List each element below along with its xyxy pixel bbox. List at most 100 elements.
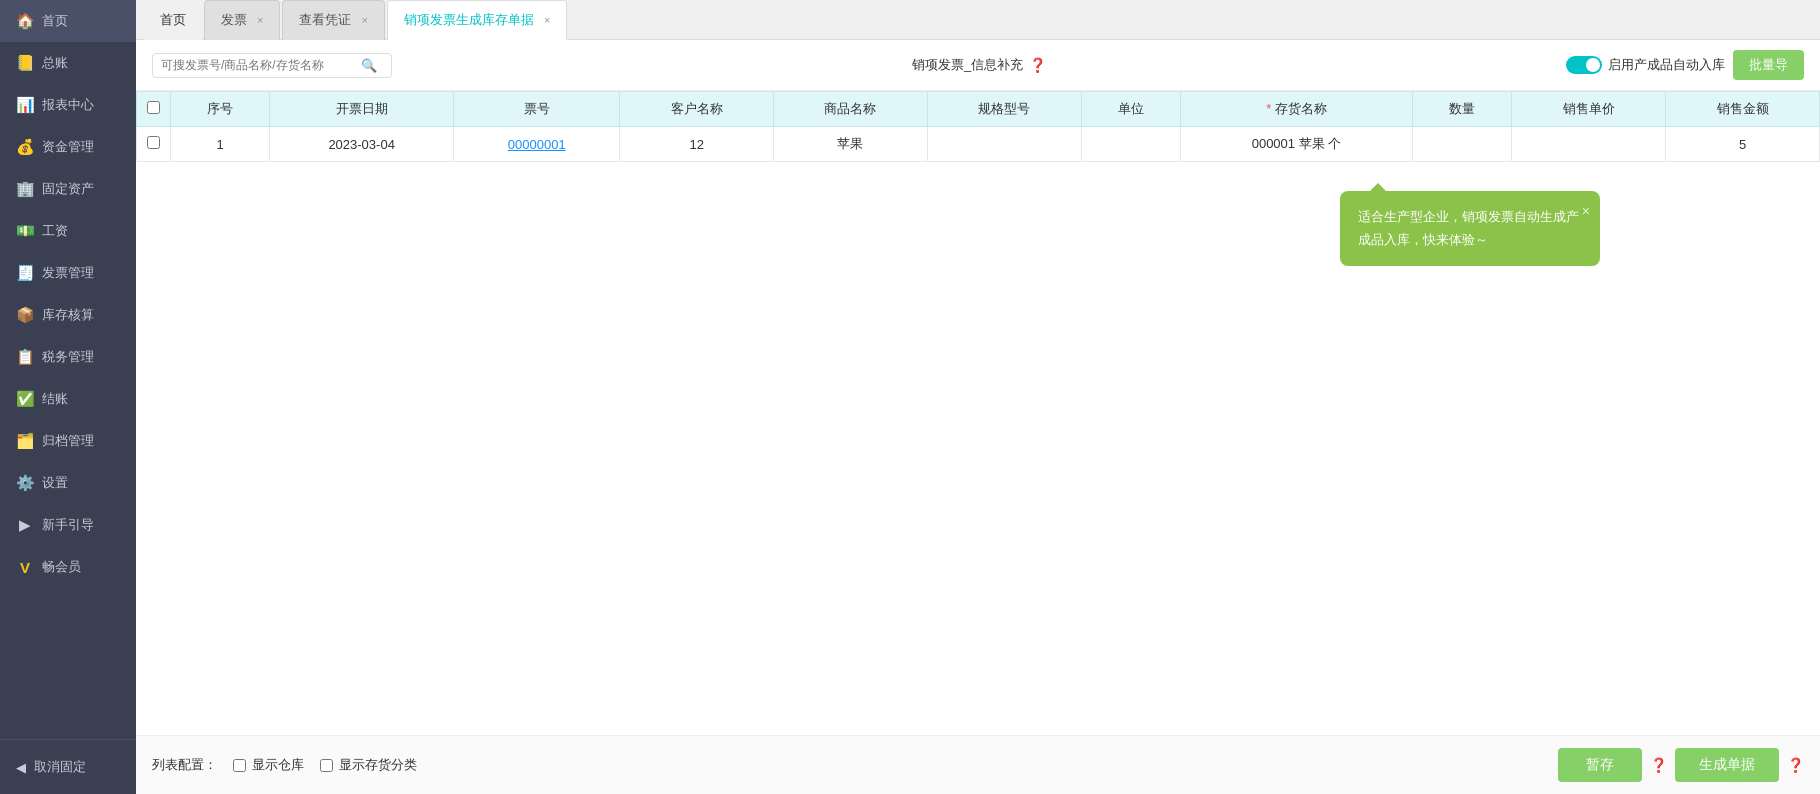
tooltip-text: 适合生产型企业，销项发票自动生成产成品入库，快来体验～ <box>1358 209 1579 247</box>
toggle-switch-container: 启用产成品自动入库 <box>1566 56 1725 74</box>
show-category-label[interactable]: 显示存货分类 <box>320 756 417 774</box>
sidebar-item-funds[interactable]: 💰 资金管理 <box>0 126 136 168</box>
sidebar-item-guide[interactable]: ▶ 新手引导 <box>0 504 136 546</box>
sidebar-item-assets[interactable]: 🏢 固定资产 <box>0 168 136 210</box>
config-label: 列表配置： <box>152 756 217 774</box>
tooltip-close-button[interactable]: × <box>1582 199 1590 224</box>
generate-button[interactable]: 生成单据 <box>1675 748 1779 782</box>
help-icon-generate[interactable]: ❓ <box>1787 757 1804 773</box>
search-input[interactable] <box>161 58 361 72</box>
select-all-checkbox[interactable] <box>147 101 160 114</box>
sidebar-item-settings[interactable]: ⚙️ 设置 <box>0 462 136 504</box>
payroll-icon: 💵 <box>16 222 34 240</box>
tooltip-popup: × 适合生产型企业，销项发票自动生成产成品入库，快来体验～ <box>1340 191 1600 266</box>
sidebar-item-home[interactable]: 🏠 首页 <box>0 0 136 42</box>
bottom-right: 暂存 ❓ 生成单据 ❓ <box>1558 748 1804 782</box>
row-checkbox-cell[interactable] <box>137 127 171 162</box>
header-checkbox[interactable] <box>137 92 171 127</box>
table-row: 1 2023-03-04 00000001 12 苹果 000001 苹果 个 … <box>137 127 1820 162</box>
tab-create-stock[interactable]: 销项发票生成库存单据 × <box>387 0 567 40</box>
reports-icon: 📊 <box>16 96 34 114</box>
sidebar-item-label: 结账 <box>42 390 68 408</box>
sidebar-item-label: 首页 <box>42 12 68 30</box>
switch-thumb <box>1586 58 1600 72</box>
header-seq: 序号 <box>171 92 270 127</box>
row-amount: 5 <box>1666 127 1820 162</box>
search-box[interactable]: 🔍 <box>152 53 392 78</box>
show-warehouse-text: 显示仓库 <box>252 756 304 774</box>
row-date: 2023-03-04 <box>269 127 453 162</box>
tab-home-label: 首页 <box>160 11 186 29</box>
assets-icon: 🏢 <box>16 180 34 198</box>
header-goods: 商品名称 <box>774 92 928 127</box>
funds-icon: 💰 <box>16 138 34 156</box>
header-number: 票号 <box>454 92 620 127</box>
show-category-checkbox[interactable] <box>320 759 333 772</box>
center-label: 销项发票_信息补充 <box>912 56 1023 74</box>
header-customer: 客户名称 <box>620 92 774 127</box>
search-icon: 🔍 <box>361 58 377 73</box>
sidebar-item-label: 总账 <box>42 54 68 72</box>
sidebar-item-vip[interactable]: V 畅会员 <box>0 546 136 588</box>
show-category-text: 显示存货分类 <box>339 756 417 774</box>
sidebar-item-label: 报表中心 <box>42 96 94 114</box>
tab-create-stock-label: 销项发票生成库存单据 <box>404 11 534 29</box>
sidebar-item-label: 归档管理 <box>42 432 94 450</box>
toggle-label: 启用产成品自动入库 <box>1608 56 1725 74</box>
bottom-bar: 列表配置： 显示仓库 显示存货分类 暂存 ❓ 生成单据 ❓ <box>136 735 1820 794</box>
header-unit: 单位 <box>1081 92 1180 127</box>
main-content: 首页 发票 × 查看凭证 × 销项发票生成库存单据 × 🔍 销项发票_信息补充 <box>136 0 1820 794</box>
vip-icon: V <box>16 559 34 576</box>
sidebar-item-inventory[interactable]: 📦 库存核算 <box>0 294 136 336</box>
sidebar-item-invoices[interactable]: 🧾 发票管理 <box>0 252 136 294</box>
header-spec: 规格型号 <box>927 92 1081 127</box>
help-icon-save[interactable]: ❓ <box>1650 757 1667 773</box>
tab-view-voucher[interactable]: 查看凭证 × <box>282 0 384 40</box>
header-price: 销售单价 <box>1512 92 1666 127</box>
show-warehouse-label[interactable]: 显示仓库 <box>233 756 304 774</box>
batch-button[interactable]: 批量导 <box>1733 50 1804 80</box>
sidebar-item-label: 工资 <box>42 222 68 240</box>
sidebar-item-reports[interactable]: 📊 报表中心 <box>0 84 136 126</box>
table-header-row: 序号 开票日期 票号 客户名称 商品名称 规格型号 单位 * 存货名称 数量 销… <box>137 92 1820 127</box>
sidebar-item-ledger[interactable]: 📒 总账 <box>0 42 136 84</box>
tab-bar: 首页 发票 × 查看凭证 × 销项发票生成库存单据 × <box>136 0 1820 40</box>
sidebar-item-tax[interactable]: 📋 税务管理 <box>0 336 136 378</box>
tax-icon: 📋 <box>16 348 34 366</box>
invoice-number-link[interactable]: 00000001 <box>508 137 566 152</box>
guide-icon: ▶ <box>16 516 34 534</box>
home-icon: 🏠 <box>16 12 34 30</box>
auto-stock-toggle[interactable] <box>1566 56 1602 74</box>
row-qty <box>1413 127 1512 162</box>
table-container: 序号 开票日期 票号 客户名称 商品名称 规格型号 单位 * 存货名称 数量 销… <box>136 91 1820 735</box>
toolbar-left: 🔍 <box>152 53 392 78</box>
sidebar-item-label: 畅会员 <box>42 558 81 576</box>
tab-invoice-close[interactable]: × <box>257 14 263 26</box>
help-icon-center[interactable]: ❓ <box>1029 57 1046 73</box>
sidebar-item-settle[interactable]: ✅ 结账 <box>0 378 136 420</box>
inventory-icon: 📦 <box>16 306 34 324</box>
row-customer: 12 <box>620 127 774 162</box>
tab-view-voucher-label: 查看凭证 <box>299 11 351 29</box>
row-stock: 000001 苹果 个 <box>1180 127 1413 162</box>
sidebar-item-payroll[interactable]: 💵 工资 <box>0 210 136 252</box>
row-number[interactable]: 00000001 <box>454 127 620 162</box>
tab-view-voucher-close[interactable]: × <box>361 14 367 26</box>
sidebar-item-label: 库存核算 <box>42 306 94 324</box>
page-content: 🔍 销项发票_信息补充 ❓ 启用产成品自动入库 批量导 <box>136 40 1820 794</box>
save-button[interactable]: 暂存 <box>1558 748 1642 782</box>
tab-create-stock-close[interactable]: × <box>544 14 550 26</box>
toolbar-right: 启用产成品自动入库 批量导 <box>1566 50 1804 80</box>
toolbar: 🔍 销项发票_信息补充 ❓ 启用产成品自动入库 批量导 <box>136 40 1820 91</box>
sidebar-item-label: 新手引导 <box>42 516 94 534</box>
header-date: 开票日期 <box>269 92 453 127</box>
sidebar-item-label: 固定资产 <box>42 180 94 198</box>
undo-pin-button[interactable]: ◀ 取消固定 <box>0 748 136 786</box>
settings-icon: ⚙️ <box>16 474 34 492</box>
show-warehouse-checkbox[interactable] <box>233 759 246 772</box>
row-checkbox[interactable] <box>147 136 160 149</box>
tab-invoice[interactable]: 发票 × <box>204 0 280 40</box>
header-stock: * 存货名称 <box>1180 92 1413 127</box>
sidebar-item-archive[interactable]: 🗂️ 归档管理 <box>0 420 136 462</box>
tab-home[interactable]: 首页 <box>144 0 202 40</box>
